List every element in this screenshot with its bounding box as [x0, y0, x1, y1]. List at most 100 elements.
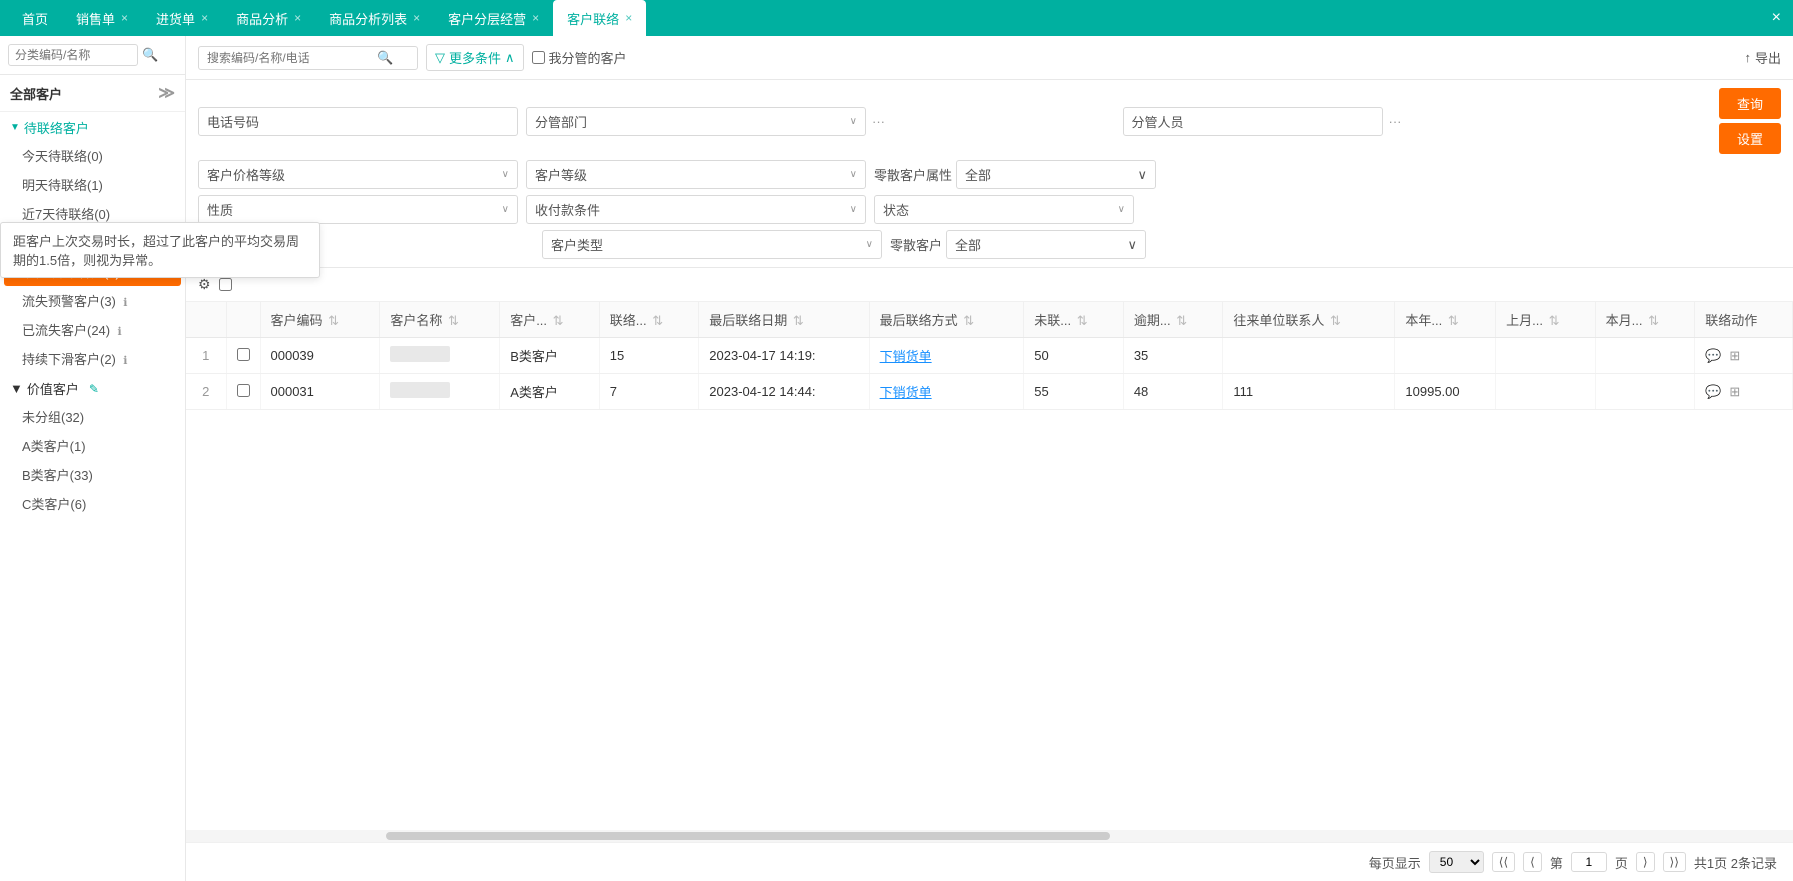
- dots2[interactable]: ···: [1389, 114, 1402, 129]
- sort-name[interactable]: ⇅: [448, 313, 459, 328]
- prev-page-btn[interactable]: ⟨: [1523, 852, 1542, 872]
- zero-retail-attr-arrow: ∨: [1138, 167, 1148, 183]
- nav-product-analysis-close[interactable]: ×: [294, 11, 301, 25]
- sort-this-month[interactable]: ⇅: [1648, 313, 1659, 328]
- status-arrow: ∨: [1118, 204, 1125, 215]
- zero-retail-select[interactable]: 全部 ∨: [946, 230, 1146, 259]
- sort-history[interactable]: ⇅: [1330, 313, 1341, 328]
- last-page-btn[interactable]: ⟩⟩: [1663, 852, 1686, 872]
- row-num-2: 2: [186, 374, 226, 410]
- sidebar-item-b-class[interactable]: B类客户(33): [0, 460, 185, 489]
- sort-last-date[interactable]: ⇅: [793, 313, 804, 328]
- nav-home[interactable]: 首页: [8, 0, 62, 36]
- sidebar-item-declining[interactable]: 持续下滑客户(2) ℹ: [0, 344, 185, 373]
- settings-button[interactable]: 设置: [1719, 123, 1781, 154]
- per-page-select[interactable]: 50 100 200: [1429, 851, 1484, 873]
- sidebar-item-lost-warning[interactable]: 流失预警客户(3) ℹ: [0, 286, 185, 315]
- sort-last-way[interactable]: ⇅: [963, 313, 974, 328]
- sidebar-group-value[interactable]: ▼ 价值客户 ✎: [0, 373, 185, 402]
- customer-level-field[interactable]: 客户等级 ∨: [526, 160, 866, 189]
- grid-icon-2[interactable]: ⊞: [1729, 384, 1740, 400]
- zero-retail-attr-field: 零散客户属性 全部 ∨: [874, 160, 1156, 189]
- table-header-row: 客户编码 ⇅ 客户名称 ⇅ 客户... ⇅ 联络...: [186, 302, 1793, 338]
- query-button[interactable]: 查询: [1719, 88, 1781, 119]
- row-last-date-1: 2023-04-17 14:19:: [699, 338, 869, 374]
- row-check-2[interactable]: [226, 374, 260, 410]
- customer-price-field[interactable]: 客户价格等级 ∨: [198, 160, 518, 189]
- action-icons-2: 💬 ⊞: [1705, 384, 1782, 400]
- sort-this-year[interactable]: ⇅: [1448, 313, 1459, 328]
- window-close-button[interactable]: ×: [1772, 9, 1781, 27]
- status-field[interactable]: 状态 ∨: [874, 195, 1134, 224]
- filter-search-icon[interactable]: 🔍: [377, 50, 393, 66]
- filter-search-input[interactable]: [207, 51, 377, 65]
- nav-purchase[interactable]: 进货单 ×: [142, 0, 222, 36]
- more-conditions-btn[interactable]: ▽ 更多条件 ∧: [426, 44, 524, 71]
- sidebar-item-ungroup[interactable]: 未分组(32): [0, 402, 185, 431]
- my-customer-checkbox[interactable]: [532, 51, 545, 64]
- value-group-edit[interactable]: ✎: [89, 382, 99, 396]
- last-way-link-1[interactable]: 下销货单: [880, 349, 932, 364]
- sidebar-search-icon[interactable]: 🔍: [142, 47, 158, 63]
- branch-person-field[interactable]: 分管人员: [1123, 107, 1383, 136]
- row-check-1[interactable]: [226, 338, 260, 374]
- select-all-checkbox[interactable]: [219, 278, 232, 291]
- dots1[interactable]: ···: [872, 114, 885, 129]
- nav-purchase-close[interactable]: ×: [201, 11, 208, 25]
- customer-type-field[interactable]: 客户类型 ∨: [542, 230, 882, 259]
- sort-code[interactable]: ⇅: [328, 313, 339, 328]
- sort-last-month[interactable]: ⇅: [1549, 313, 1560, 328]
- row-last-way-1[interactable]: 下销货单: [869, 338, 1024, 374]
- filter-search-box[interactable]: 🔍: [198, 46, 418, 70]
- sort-contact[interactable]: ⇅: [652, 313, 663, 328]
- sidebar-item-tomorrow[interactable]: 明天待联络(1): [0, 170, 185, 199]
- sort-overdue[interactable]: ⇅: [1176, 313, 1187, 328]
- th-overdue: 逾期... ⇅: [1123, 302, 1223, 338]
- grid-icon-1[interactable]: ⊞: [1729, 348, 1740, 364]
- nav-customer-contact[interactable]: 客户联络 ×: [553, 0, 646, 36]
- sidebar-item-c-class[interactable]: C类客户(6): [0, 489, 185, 518]
- row-overdue-2: 48: [1123, 374, 1223, 410]
- last-way-link-2[interactable]: 下销货单: [880, 385, 932, 400]
- row-action-1: 💬 ⊞: [1695, 338, 1793, 374]
- filter-row-2: 客户价格等级 ∨ 客户等级 ∨ 零散客户属性 全部 ∨: [198, 160, 1781, 189]
- branch-dept-arrow: ∨: [850, 116, 857, 127]
- chat-icon-2[interactable]: 💬: [1705, 384, 1721, 400]
- scroll-thumb[interactable]: [386, 832, 1110, 840]
- per-page-label: 每页显示: [1369, 853, 1421, 872]
- chat-icon-1[interactable]: 💬: [1705, 348, 1721, 364]
- nav-sales-close[interactable]: ×: [121, 11, 128, 25]
- page-input[interactable]: [1571, 852, 1607, 872]
- nav-sales[interactable]: 销售单 ×: [62, 0, 142, 36]
- phone-field[interactable]: 电话号码: [198, 107, 518, 136]
- zero-retail-attr-select[interactable]: 全部 ∨: [956, 160, 1156, 189]
- sidebar-collapse-btn[interactable]: ≫: [158, 83, 175, 103]
- row-history-1: [1223, 338, 1395, 374]
- gender-field[interactable]: 性质 ∨: [198, 195, 518, 224]
- table-settings-icon[interactable]: ⚙: [198, 276, 211, 293]
- branch-dept-field[interactable]: 分管部门 ∨: [526, 107, 866, 136]
- horizontal-scrollbar[interactable]: [186, 830, 1793, 842]
- export-button[interactable]: ↑ 导出: [1744, 48, 1781, 67]
- row-this-month-1: [1595, 338, 1695, 374]
- row-checkbox-1[interactable]: [237, 348, 250, 361]
- sidebar-search-input[interactable]: [8, 44, 138, 66]
- sidebar-item-a-class[interactable]: A类客户(1): [0, 431, 185, 460]
- sidebar-group-pending[interactable]: ▼ 待联络客户: [0, 112, 185, 141]
- sidebar-item-today[interactable]: 今天待联络(0): [0, 141, 185, 170]
- sidebar-item-lost[interactable]: 已流失客户(24) ℹ: [0, 315, 185, 344]
- payment-field[interactable]: 收付款条件 ∨: [526, 195, 866, 224]
- nav-product-analysis-list-close[interactable]: ×: [413, 11, 420, 25]
- first-page-btn[interactable]: ⟨⟨: [1492, 852, 1515, 872]
- branch-dept-section: 分管部门 ∨ ···: [526, 107, 1115, 136]
- nav-product-analysis[interactable]: 商品分析 ×: [222, 0, 315, 36]
- nav-customer-tier-close[interactable]: ×: [532, 11, 539, 25]
- row-last-way-2[interactable]: 下销货单: [869, 374, 1024, 410]
- next-page-btn[interactable]: ⟩: [1636, 852, 1655, 872]
- nav-customer-contact-close[interactable]: ×: [625, 11, 632, 25]
- nav-product-analysis-list[interactable]: 商品分析列表 ×: [315, 0, 434, 36]
- nav-customer-tier[interactable]: 客户分层经营 ×: [434, 0, 553, 36]
- row-checkbox-2[interactable]: [237, 384, 250, 397]
- sort-type[interactable]: ⇅: [553, 313, 564, 328]
- sort-not-contacted[interactable]: ⇅: [1077, 313, 1088, 328]
